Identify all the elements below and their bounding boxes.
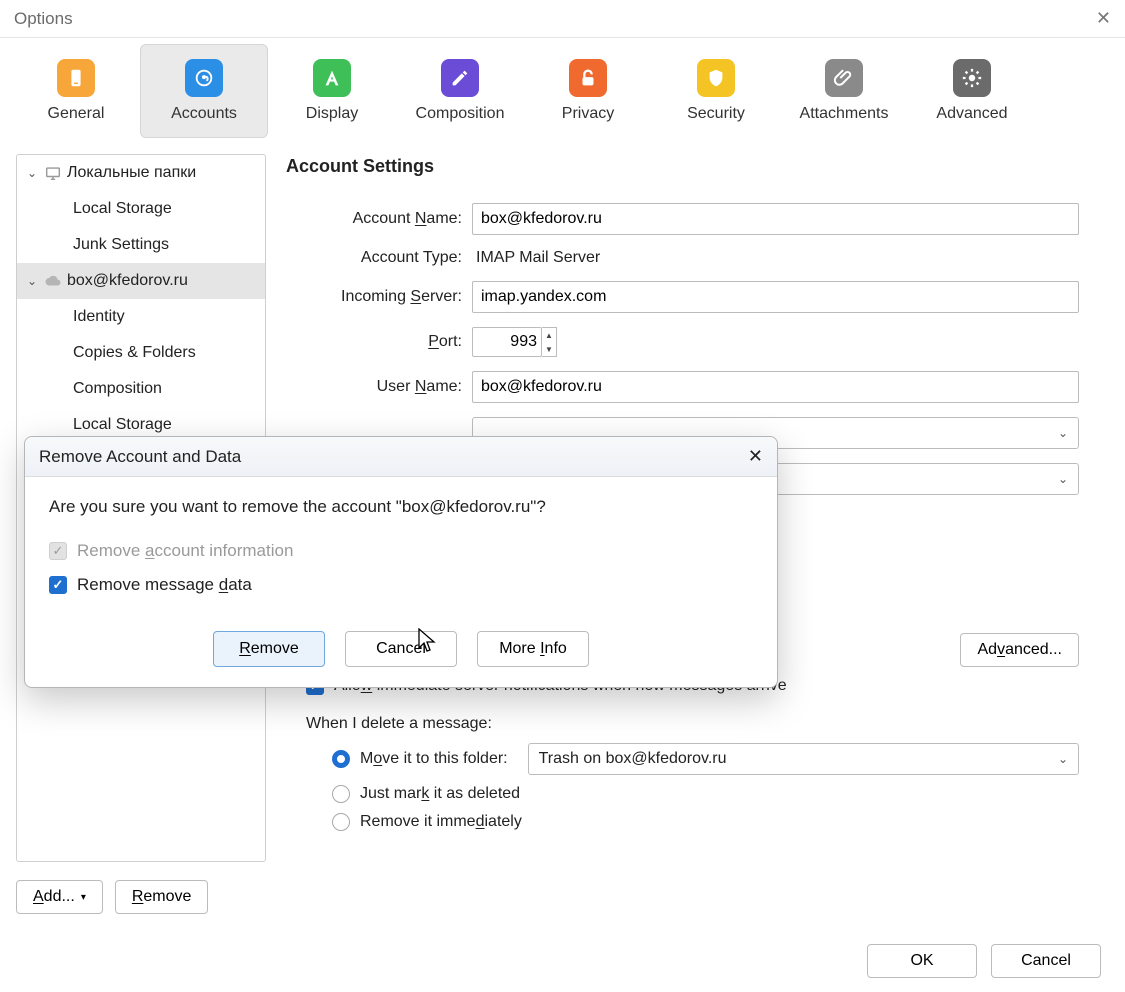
spinner-down-icon[interactable]: ▼ (542, 342, 556, 356)
label: Privacy (562, 105, 614, 123)
label: General (48, 105, 105, 123)
label: Attachments (800, 105, 889, 123)
toolbar: General Accounts Display Composition Pri… (0, 38, 1125, 138)
composition-icon (441, 59, 479, 97)
tree-node-local-folders[interactable]: ⌄ Локальные папки (17, 155, 265, 191)
label: Display (306, 105, 358, 123)
tab-composition[interactable]: Composition (396, 44, 524, 138)
cloud-icon (43, 274, 63, 288)
close-icon[interactable]: ✕ (748, 446, 763, 467)
add-account-button[interactable]: Add... ▾ (16, 880, 103, 914)
account-name-input[interactable] (472, 203, 1079, 235)
chevron-down-icon: ⌄ (1058, 426, 1068, 440)
dialog-footer: OK Cancel (0, 930, 1125, 992)
tree-item[interactable]: Local Storage (17, 191, 265, 227)
trash-folder-value: Trash on box@kfedorov.ru (539, 750, 727, 768)
port-input[interactable] (472, 327, 542, 357)
ok-button[interactable]: OK (867, 944, 977, 978)
modal-remove-button[interactable]: Remove (213, 631, 325, 667)
tree-node-account[interactable]: ⌄ box@kfedorov.ru (17, 263, 265, 299)
remove-account-modal: Remove Account and Data ✕ Are you sure y… (24, 436, 778, 688)
incoming-server-input[interactable] (472, 281, 1079, 313)
titlebar: Options ✕ (0, 0, 1125, 38)
tab-security[interactable]: Security (652, 44, 780, 138)
tree-item[interactable]: Identity (17, 299, 265, 335)
privacy-icon (569, 59, 607, 97)
modal-cancel-button[interactable]: Cancel (345, 631, 457, 667)
label: Advanced (936, 105, 1007, 123)
label-port: Port: (286, 333, 472, 351)
security-icon (697, 59, 735, 97)
tab-attachments[interactable]: Attachments (780, 44, 908, 138)
chevron-down-icon: ⌄ (1058, 752, 1068, 766)
tree-item[interactable]: Copies & Folders (17, 335, 265, 371)
window-title: Options (14, 9, 73, 29)
label-account-type: Account Type: (286, 249, 472, 267)
tab-advanced[interactable]: Advanced (908, 44, 1036, 138)
tab-general[interactable]: General (12, 44, 140, 138)
label: Security (687, 105, 745, 123)
cancel-button[interactable]: Cancel (991, 944, 1101, 978)
remove-account-info-checkbox (49, 542, 67, 560)
label: Remove (132, 888, 192, 906)
tab-privacy[interactable]: Privacy (524, 44, 652, 138)
label: Composition (416, 105, 505, 123)
label: box@kfedorov.ru (67, 272, 188, 290)
advanced-icon (953, 59, 991, 97)
advanced-button[interactable]: Advanced... (960, 633, 1079, 667)
delete-section-label: When I delete a message: (306, 715, 1079, 733)
radio-move-label: Move it to this folder: (360, 750, 508, 768)
accounts-icon (185, 59, 223, 97)
label: Accounts (171, 105, 237, 123)
chevron-down-icon: ▾ (81, 892, 86, 903)
label-account-name: Account Name: (286, 210, 472, 228)
display-icon (313, 59, 351, 97)
trash-folder-dropdown[interactable]: Trash on box@kfedorov.ru ⌄ (528, 743, 1079, 775)
radio-mark-label: Just mark it as deleted (360, 785, 520, 803)
radio-move-folder[interactable] (332, 750, 350, 768)
label-incoming-server: Incoming Server: (286, 288, 472, 306)
radio-remove-immediately[interactable] (332, 813, 350, 831)
remove-account-info-label: Remove account information (77, 541, 293, 561)
radio-remove-label: Remove it immediately (360, 813, 522, 831)
remove-message-data-checkbox[interactable] (49, 576, 67, 594)
account-type-value: IMAP Mail Server (472, 249, 600, 267)
tree-item[interactable]: Junk Settings (17, 227, 265, 263)
chevron-down-icon: ⌄ (25, 274, 39, 288)
close-icon[interactable]: ✕ (1096, 8, 1111, 29)
remove-message-data-label: Remove message data (77, 575, 252, 595)
modal-title: Remove Account and Data (39, 447, 241, 467)
label-user-name: User Name: (286, 378, 472, 396)
chevron-down-icon: ⌄ (1058, 472, 1068, 486)
tab-display[interactable]: Display (268, 44, 396, 138)
user-name-input[interactable] (472, 371, 1079, 403)
modal-more-info-button[interactable]: More Info (477, 631, 589, 667)
modal-question: Are you sure you want to remove the acco… (49, 497, 753, 517)
attachments-icon (825, 59, 863, 97)
general-icon (57, 59, 95, 97)
remove-account-button[interactable]: Remove (115, 880, 209, 914)
spinner-up-icon[interactable]: ▲ (542, 328, 556, 342)
chevron-down-icon: ⌄ (25, 166, 39, 180)
tree-item[interactable]: Composition (17, 371, 265, 407)
panel-title: Account Settings (286, 156, 1079, 177)
label: Add... (33, 888, 75, 906)
port-spinner[interactable]: ▲▼ (542, 327, 557, 357)
label: Локальные папки (67, 164, 196, 182)
tab-accounts[interactable]: Accounts (140, 44, 268, 138)
radio-mark-deleted[interactable] (332, 785, 350, 803)
monitor-icon (43, 166, 63, 180)
